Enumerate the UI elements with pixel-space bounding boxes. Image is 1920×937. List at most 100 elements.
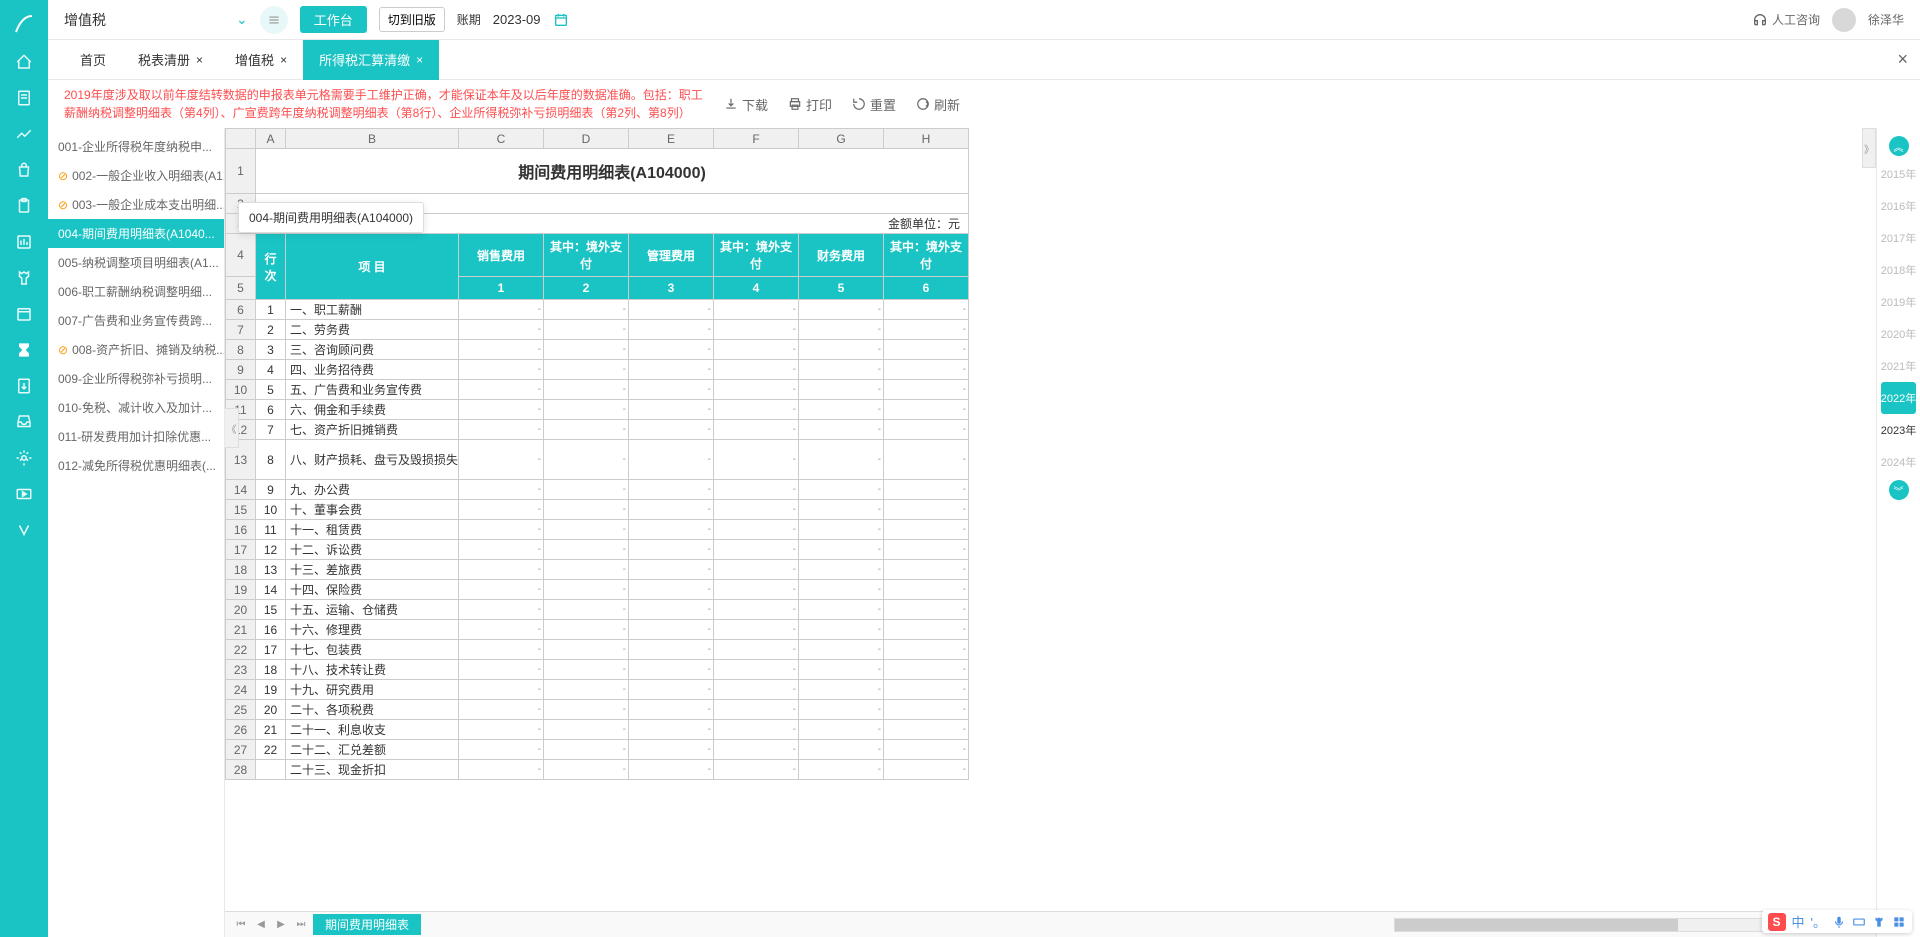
data-cell[interactable]: - [459, 540, 544, 560]
data-cell[interactable]: - [544, 680, 629, 700]
data-cell[interactable]: - [544, 380, 629, 400]
data-cell[interactable]: - [884, 720, 969, 740]
clipboard-icon[interactable] [14, 196, 34, 216]
data-cell[interactable]: - [714, 440, 799, 480]
data-cell[interactable]: - [629, 700, 714, 720]
data-cell[interactable]: - [799, 660, 884, 680]
sheet-next-icon[interactable]: ▶ [273, 917, 289, 933]
data-cell[interactable]: - [714, 560, 799, 580]
row-header[interactable]: 4 [226, 234, 256, 277]
year-item[interactable]: 2020年 [1878, 318, 1919, 350]
row-header[interactable]: 21 [226, 620, 256, 640]
data-cell[interactable]: - [544, 640, 629, 660]
sheet-first-icon[interactable]: ⏮ [233, 917, 249, 933]
data-cell[interactable]: - [714, 320, 799, 340]
row-header[interactable]: 24 [226, 680, 256, 700]
tax-icon[interactable] [14, 340, 34, 360]
data-cell[interactable]: - [459, 640, 544, 660]
data-cell[interactable]: - [544, 340, 629, 360]
data-cell[interactable]: - [714, 740, 799, 760]
data-cell[interactable]: - [459, 300, 544, 320]
data-cell[interactable]: - [884, 680, 969, 700]
form-item-006[interactable]: 006-职工薪酬纳税调整明细... [48, 277, 224, 306]
form-item-007[interactable]: 007-广告费和业务宣传费跨... [48, 306, 224, 335]
form-item-003[interactable]: ⊘003-一般企业成本支出明细... [48, 190, 224, 219]
row-header[interactable]: 16 [226, 520, 256, 540]
form-item-012[interactable]: 012-减免所得税优惠明细表(... [48, 451, 224, 480]
data-cell[interactable]: - [544, 520, 629, 540]
data-cell[interactable]: - [629, 360, 714, 380]
data-cell[interactable]: - [714, 480, 799, 500]
close-panel-button[interactable]: × [1897, 49, 1908, 70]
data-cell[interactable]: - [459, 760, 544, 780]
row-header[interactable]: 7 [226, 320, 256, 340]
data-cell[interactable]: - [544, 720, 629, 740]
data-cell[interactable]: - [714, 700, 799, 720]
ime-punct-icon[interactable]: '。 [1811, 912, 1826, 931]
old-version-button[interactable]: 切到旧版 [379, 7, 445, 32]
data-cell[interactable]: - [884, 640, 969, 660]
data-cell[interactable]: - [884, 480, 969, 500]
data-cell[interactable]: - [629, 740, 714, 760]
data-cell[interactable]: - [629, 580, 714, 600]
data-cell[interactable]: - [714, 420, 799, 440]
data-cell[interactable]: - [884, 580, 969, 600]
data-cell[interactable]: - [459, 420, 544, 440]
data-cell[interactable]: - [544, 600, 629, 620]
data-cell[interactable]: - [884, 360, 969, 380]
data-cell[interactable]: - [714, 340, 799, 360]
download-button[interactable]: 下载 [724, 95, 768, 114]
data-cell[interactable]: - [544, 400, 629, 420]
data-cell[interactable]: - [544, 360, 629, 380]
data-cell[interactable]: - [629, 440, 714, 480]
data-cell[interactable]: - [459, 700, 544, 720]
data-cell[interactable]: - [544, 420, 629, 440]
data-cell[interactable]: - [629, 300, 714, 320]
video-icon[interactable] [14, 484, 34, 504]
home-icon[interactable] [14, 52, 34, 72]
data-cell[interactable]: - [544, 740, 629, 760]
data-cell[interactable]: - [629, 520, 714, 540]
inbox-icon[interactable] [14, 412, 34, 432]
row-header[interactable]: 19 [226, 580, 256, 600]
year-item[interactable]: 2021年 [1878, 350, 1919, 382]
data-cell[interactable]: - [459, 740, 544, 760]
data-cell[interactable]: - [799, 640, 884, 660]
data-cell[interactable]: - [714, 600, 799, 620]
data-cell[interactable]: - [459, 600, 544, 620]
col-header[interactable]: A [256, 129, 286, 149]
data-cell[interactable]: - [799, 380, 884, 400]
data-cell[interactable]: - [799, 620, 884, 640]
form-item-011[interactable]: 011-研发费用加计扣除优惠... [48, 422, 224, 451]
row-header[interactable]: 20 [226, 600, 256, 620]
data-cell[interactable]: - [629, 660, 714, 680]
data-cell[interactable]: - [629, 620, 714, 640]
data-cell[interactable]: - [544, 620, 629, 640]
data-cell[interactable]: - [459, 500, 544, 520]
calendar-picker-icon[interactable] [553, 12, 569, 28]
tax-type-dropdown[interactable]: 增值税 ⌄ [64, 10, 248, 30]
ime-keyboard-icon[interactable] [1852, 915, 1866, 929]
col-header[interactable]: D [544, 129, 629, 149]
data-cell[interactable]: - [544, 700, 629, 720]
data-cell[interactable]: - [629, 500, 714, 520]
data-cell[interactable]: - [884, 380, 969, 400]
data-cell[interactable]: - [629, 340, 714, 360]
v-icon[interactable] [14, 520, 34, 540]
data-cell[interactable]: - [799, 520, 884, 540]
sheet-prev-icon[interactable]: ◀ [253, 917, 269, 933]
data-cell[interactable]: - [884, 620, 969, 640]
row-header[interactable]: 6 [226, 300, 256, 320]
data-cell[interactable]: - [884, 340, 969, 360]
shirt-icon[interactable] [14, 268, 34, 288]
workspace-button[interactable]: 工作台 [300, 6, 367, 33]
print-button[interactable]: 打印 [788, 95, 832, 114]
data-cell[interactable]: - [459, 560, 544, 580]
help-link[interactable]: 人工咨询 [1752, 11, 1820, 28]
row-header[interactable]: 8 [226, 340, 256, 360]
tab-tax-list[interactable]: 税表清册× [122, 40, 219, 80]
data-cell[interactable]: - [799, 580, 884, 600]
row-header[interactable]: 10 [226, 380, 256, 400]
row-header[interactable]: 25 [226, 700, 256, 720]
data-cell[interactable]: - [884, 760, 969, 780]
